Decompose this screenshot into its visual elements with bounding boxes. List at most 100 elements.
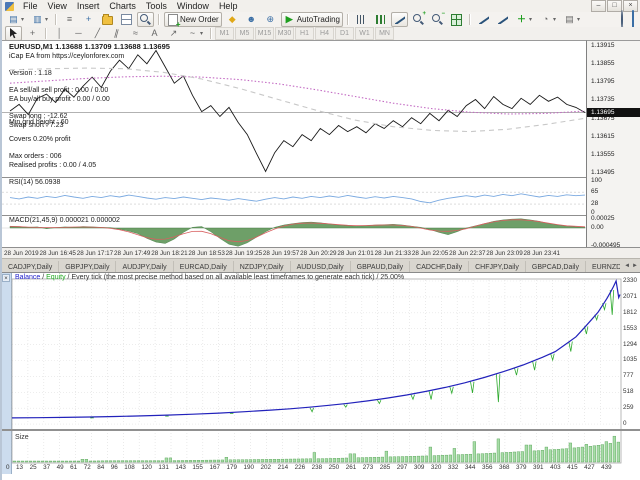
cycles-tool-button[interactable]: ~ ▾ [184,26,206,41]
restore-button[interactable]: □ [607,0,622,12]
terminal-button[interactable] [118,12,135,27]
fibonacci-tool-button[interactable]: ≈ [127,26,144,41]
timeframe-button[interactable]: MN [375,27,395,40]
autotrading-button[interactable]: ▶ AutoTrading [280,12,344,27]
tester-y-axis-label: 1294 [623,340,638,348]
price-axis-label: 1.13855 [591,60,615,68]
price-axis-label: 1.13615 [591,132,615,140]
templates-button[interactable]: ▤ ▾ [561,12,583,27]
tile-windows-icon [451,13,463,26]
chat-button[interactable] [632,9,634,29]
web-button[interactable]: ⊕ [262,12,279,27]
zoom-out-button[interactable]: − [429,11,446,27]
arrows-tool-button[interactable]: ↗ [165,26,182,41]
tester-x-axis-label: 379 [516,464,527,471]
trendline-tool-button[interactable]: ╱ [89,26,106,41]
equity-legend: Equity [46,274,66,281]
tester-y-axis-label: 2330 [623,277,638,284]
tile-windows-button[interactable] [448,12,465,27]
tab-scroll-right-button[interactable]: ► [632,263,638,269]
search-button[interactable] [621,9,626,29]
strategy-tester-button[interactable] [137,12,155,27]
arrow-objects-icon: ↗ [169,28,178,38]
auto-scroll-icon [478,14,489,25]
market-watch-button[interactable]: ≡ [61,12,78,27]
chart-shift-button[interactable] [494,12,511,27]
tester-x-axis-label: 297 [396,464,408,471]
data-window-icon: + [85,14,92,24]
minimize-button[interactable]: – [591,0,606,12]
terminal-icon [121,14,133,25]
text-tool-button[interactable]: A [146,26,163,41]
macd-axis-label: 0.00 [591,224,604,231]
tester-x-axis-label: 96 [110,464,118,471]
metaeditor-icon: ◆ [228,14,236,24]
new-order-button[interactable]: New Order [164,12,222,29]
menu-item[interactable]: Insert [72,1,105,11]
rsi-axis-label: 100 [591,177,602,184]
macd-label: MACD(21,45,9) 0.000021 0.000002 [9,217,120,224]
bar-chart-type-button[interactable] [353,12,370,27]
indicators-button[interactable]: ＋ ▾ [513,12,535,27]
menu-item[interactable]: Tools [141,1,172,11]
timeframe-button[interactable]: M15 [255,27,275,40]
timeframe-button[interactable]: W1 [355,27,375,40]
tester-x-axis-label: 120 [141,464,152,471]
timeframe-button[interactable]: M30 [275,27,295,40]
tester-x-axis-label: 403 [550,464,561,471]
tester-x-axis-label: 238 [311,464,323,471]
profiles-button[interactable]: ▥ ▾ [29,12,51,27]
tester-x-axis-label: 320 [430,464,442,471]
tester-x-axis-label: 25 [29,464,37,471]
zoom-in-button[interactable]: + [410,11,427,27]
timeframe-button[interactable]: H4 [315,27,335,40]
menu-item[interactable]: Window [172,1,214,11]
tester-y-axis-label: 1812 [623,308,638,316]
auto-scroll-button[interactable] [475,12,492,27]
timeframe-button[interactable]: D1 [335,27,355,40]
horizontal-line-tool-button[interactable]: ─ [70,26,87,41]
candlestick-icon [375,14,386,25]
tester-x-axis-label: 49 [56,464,64,471]
menu-item[interactable]: View [43,1,72,11]
tester-y-axis-label: 1035 [623,356,638,364]
menu-item[interactable]: File [18,1,43,11]
tester-x-axis-label: 143 [175,464,186,471]
periods-button[interactable]: ◔ ▾ [537,12,559,27]
navigator-button[interactable] [99,12,116,27]
chevron-down-icon: ▾ [200,31,204,37]
timeframe-button[interactable]: M5 [235,27,255,40]
chat-icon [632,9,634,29]
menu-item[interactable]: Help [214,1,243,11]
menu-item[interactable]: Charts [104,1,141,11]
new-chart-icon: ▤ [9,14,18,24]
crosshair-tool-button[interactable]: + [24,26,41,41]
timeframe-button[interactable]: M1 [215,27,235,40]
data-window-button[interactable]: + [80,12,97,27]
new-chart-button[interactable]: ▤ ▾ [5,12,27,27]
tester-x-axis-label: 108 [124,464,135,471]
crosshair-icon: + [29,28,36,38]
tester-x-axis-label: 261 [345,464,357,471]
timeframe-button[interactable]: H1 [295,27,315,40]
cursor-tool-button[interactable] [5,26,22,41]
tab-scroll-left-button[interactable]: ◄ [624,263,630,269]
candlestick-type-button[interactable] [372,12,389,27]
vertical-line-tool-button[interactable]: │ [51,26,68,41]
line-chart-icon [394,14,405,25]
rsi-chart-canvas[interactable] [2,177,586,215]
channel-tool-button[interactable]: ∥ [108,26,125,41]
line-chart-type-button[interactable] [391,12,409,27]
price-axis-label: 1.13795 [591,78,615,86]
chevron-down-icon: ▾ [577,17,581,23]
new-order-label: New Order [180,15,219,24]
metaeditor-button[interactable]: ◆ [224,12,241,27]
price-axis-label: 1.13915 [591,42,615,49]
community-button[interactable]: ☻ [243,12,260,27]
tester-x-axis-label: 190 [243,464,255,471]
tester-x-axis-label: 250 [328,464,340,471]
toolbar-right-icons [621,9,634,29]
tester-graph-canvas[interactable] [2,272,640,474]
rsi-axis-label: 65 [591,188,599,196]
toolbar-separator [158,14,161,25]
